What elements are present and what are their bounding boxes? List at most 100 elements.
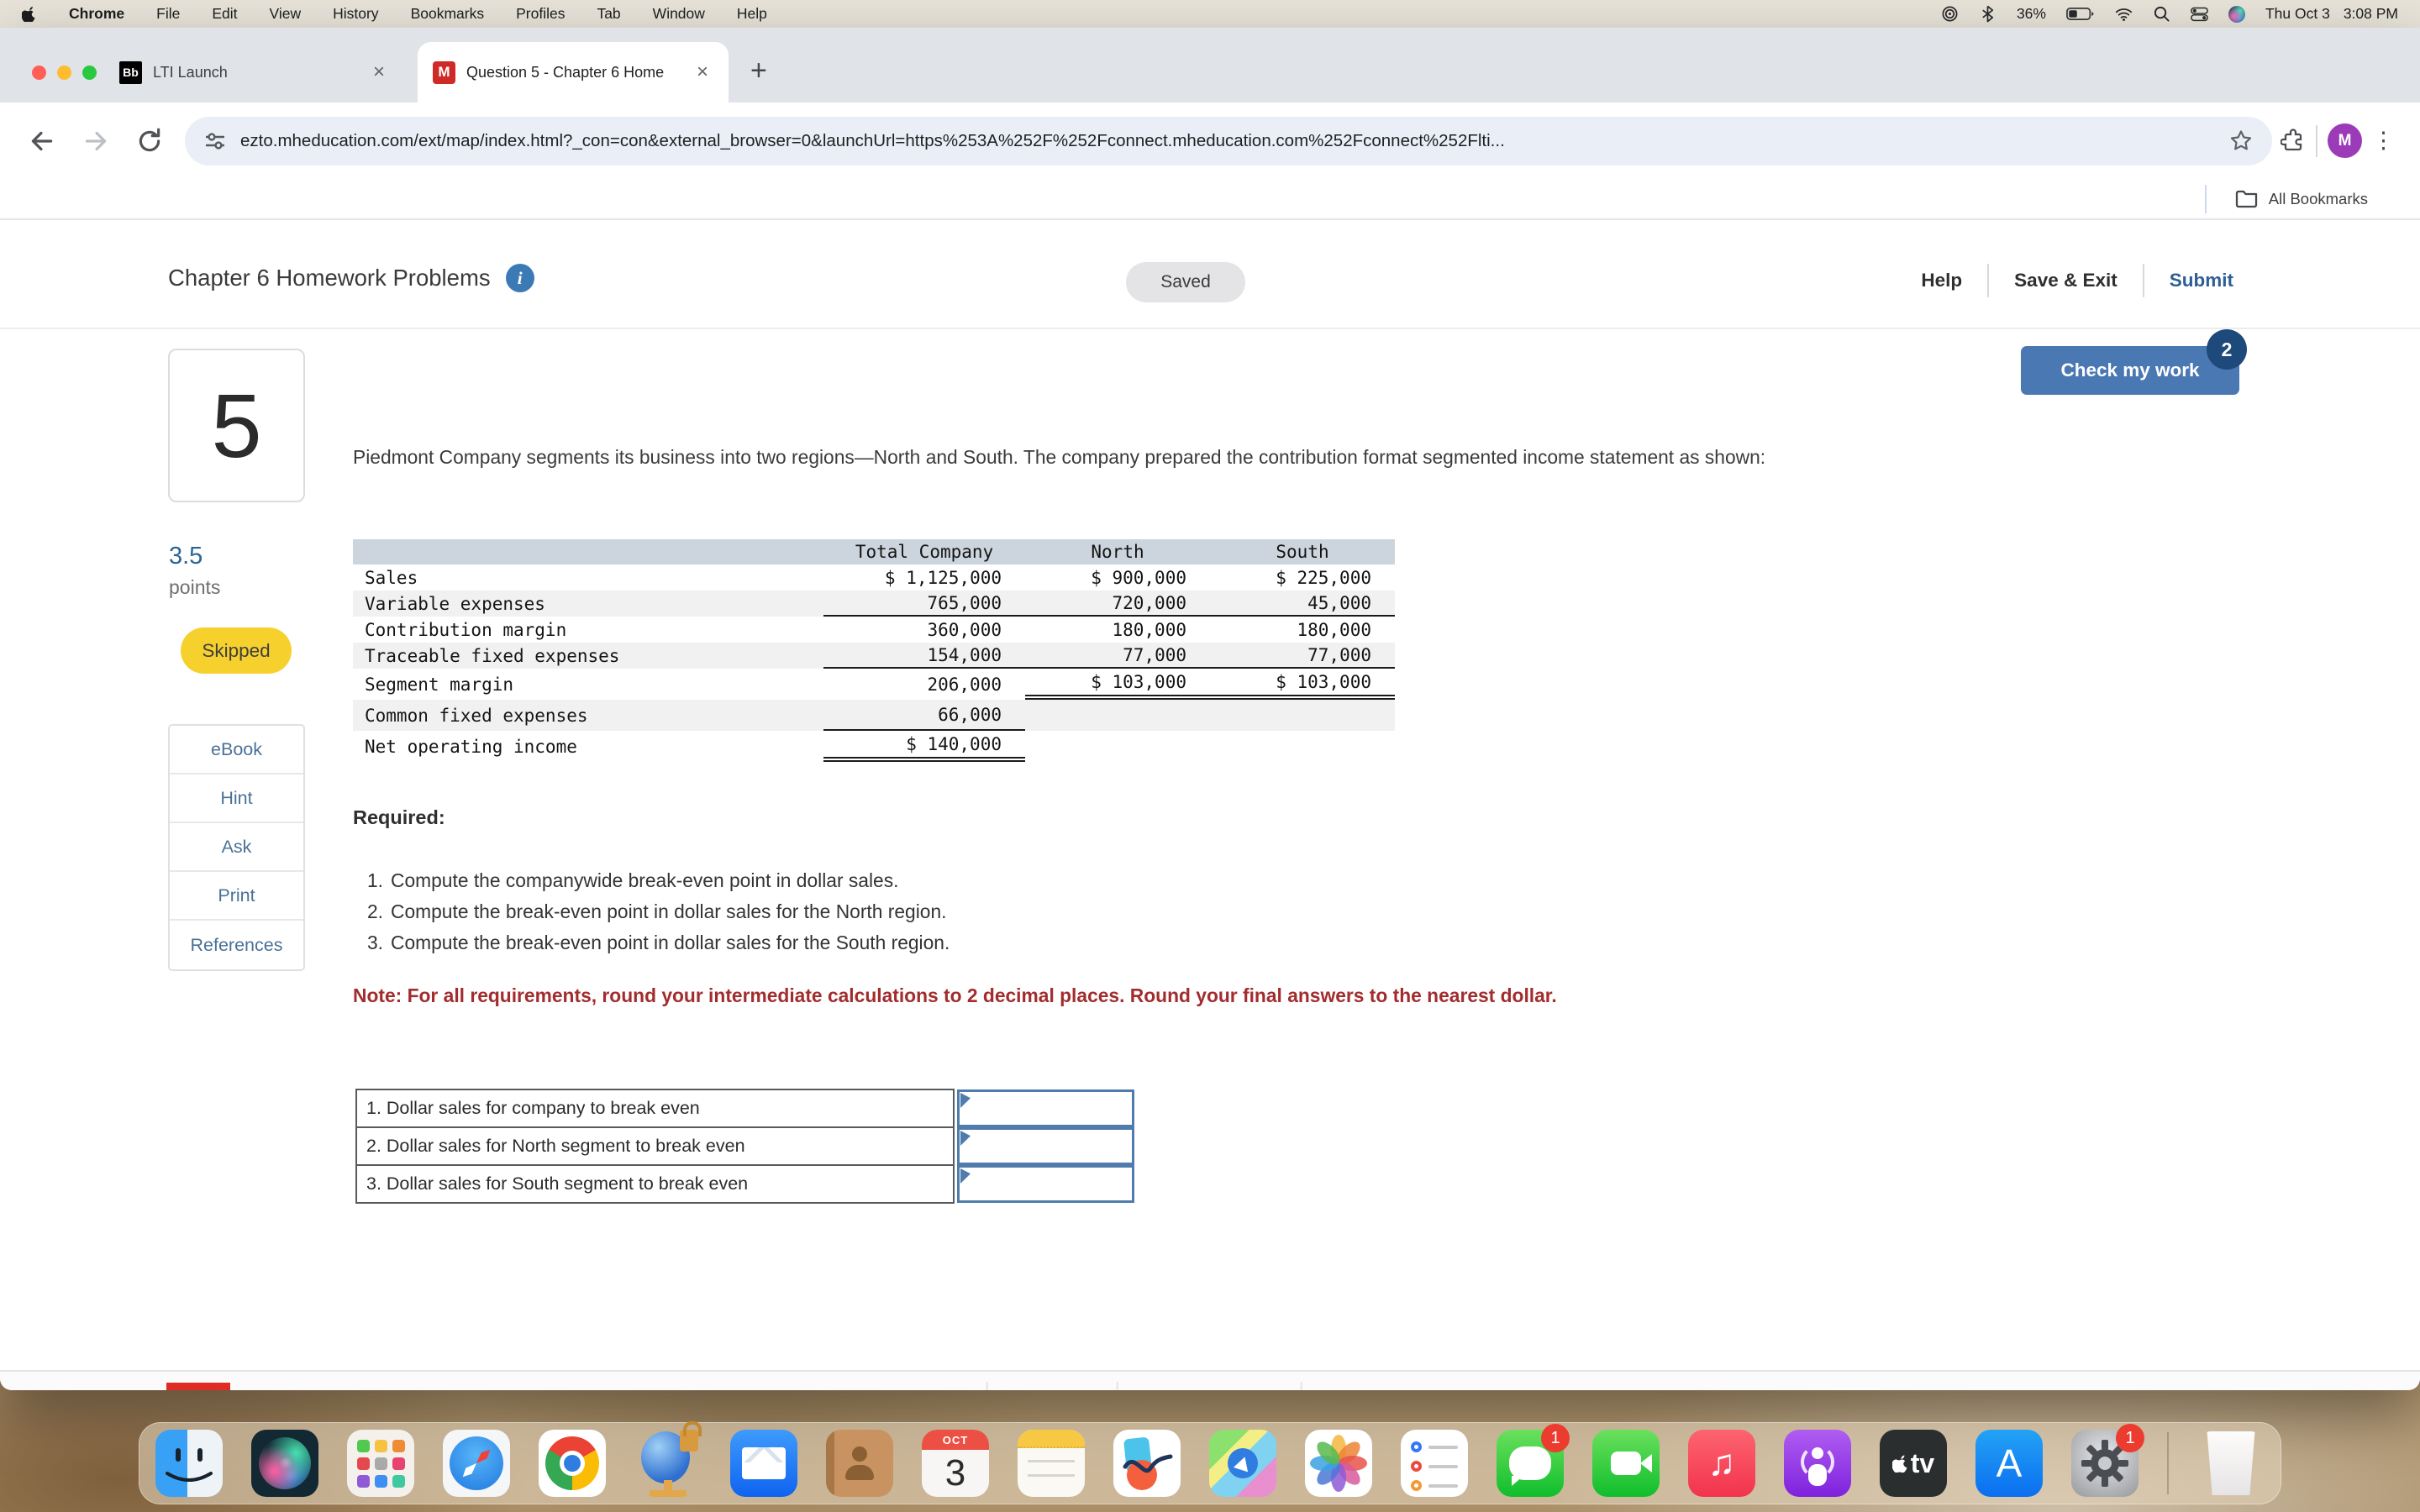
maps-dock-icon[interactable] bbox=[1209, 1430, 1276, 1497]
spotlight-search-icon[interactable] bbox=[2153, 5, 2170, 23]
menu-bar-clock[interactable]: Thu Oct 3 3:08 PM bbox=[2265, 5, 2398, 23]
new-tab-button[interactable]: + bbox=[750, 55, 767, 87]
pagination-nav: Prev 5 of 8 Next bbox=[986, 1372, 1408, 1390]
freeform-dock-icon[interactable] bbox=[1113, 1430, 1181, 1497]
macos-menu-bar: Chrome File Edit View History Bookmarks … bbox=[0, 0, 2420, 28]
vpn-globe-dock-icon[interactable] bbox=[634, 1421, 702, 1497]
finder-dock-icon[interactable] bbox=[155, 1430, 223, 1497]
answer-input-company[interactable] bbox=[957, 1089, 1134, 1127]
points-label: points bbox=[169, 576, 221, 598]
notes-dock-icon[interactable] bbox=[1018, 1430, 1085, 1497]
submit-link[interactable]: Submit bbox=[2170, 270, 2233, 291]
menu-item-help[interactable]: Help bbox=[737, 5, 767, 23]
apple-tv-dock-icon[interactable]: tv bbox=[1880, 1430, 1947, 1497]
tab-lti-launch[interactable]: Bb LTI Launch × bbox=[108, 48, 402, 97]
url-text[interactable]: ezto.mheducation.com/ext/map/index.html?… bbox=[240, 131, 2228, 151]
photos-dock-icon[interactable] bbox=[1305, 1430, 1372, 1497]
calendar-month: OCT bbox=[922, 1430, 989, 1450]
rounding-note: Note: For all requirements, round your i… bbox=[353, 984, 1557, 1006]
wifi-icon[interactable] bbox=[2115, 5, 2133, 23]
mail-dock-icon[interactable] bbox=[730, 1430, 797, 1497]
mcgraw-hill-logo: Mc Graw Hill bbox=[166, 1383, 230, 1390]
address-bar[interactable]: ezto.mheducation.com/ext/map/index.html?… bbox=[185, 116, 2272, 165]
reload-button[interactable] bbox=[135, 127, 164, 155]
extensions-icon[interactable] bbox=[2281, 128, 2306, 154]
menu-item-window[interactable]: Window bbox=[653, 5, 705, 23]
zoom-window-button[interactable] bbox=[82, 66, 97, 80]
ask-button[interactable]: Ask bbox=[170, 823, 303, 872]
row-label: Traceable fixed expenses bbox=[365, 645, 620, 666]
statement-header-spacer bbox=[353, 539, 823, 564]
ebook-button[interactable]: eBook bbox=[170, 726, 303, 774]
minimize-window-button[interactable] bbox=[57, 66, 71, 80]
close-tab-icon[interactable]: × bbox=[692, 60, 713, 84]
close-tab-icon[interactable]: × bbox=[368, 60, 390, 84]
battery-icon bbox=[2066, 8, 2094, 20]
app-store-dock-icon[interactable]: A bbox=[1975, 1430, 2043, 1497]
site-settings-icon[interactable] bbox=[203, 129, 227, 153]
menu-item-view[interactable]: View bbox=[269, 5, 301, 23]
bookmarks-bar: All Bookmarks bbox=[0, 179, 2420, 220]
chrome-dock-icon[interactable] bbox=[539, 1430, 606, 1497]
menu-item-chrome[interactable]: Chrome bbox=[69, 5, 124, 23]
page-title: Chapter 6 Homework Problems bbox=[168, 265, 491, 291]
dock: OCT 3 1 ♫ tv A 1 bbox=[139, 1421, 2281, 1504]
safari-dock-icon[interactable] bbox=[443, 1430, 510, 1497]
cell-north bbox=[1025, 700, 1210, 731]
chrome-menu-icon[interactable]: ⋮ bbox=[2372, 128, 2395, 154]
table-row: Net operating income $ 140,000 bbox=[353, 731, 1395, 762]
launchpad-dock-icon[interactable] bbox=[347, 1430, 414, 1497]
bookmarks-divider bbox=[2204, 184, 2207, 213]
menu-item-history[interactable]: History bbox=[333, 5, 378, 23]
menu-item-tab[interactable]: Tab bbox=[597, 5, 620, 23]
table-row: Common fixed expenses 66,000 bbox=[353, 700, 1395, 731]
apple-menu-icon[interactable] bbox=[22, 6, 35, 22]
reminders-dock-icon[interactable] bbox=[1401, 1430, 1468, 1497]
tab-question-5[interactable]: M Question 5 - Chapter 6 Home × bbox=[418, 42, 729, 102]
forward-button[interactable] bbox=[82, 127, 110, 155]
hint-button[interactable]: Hint bbox=[170, 774, 303, 823]
tab-title: LTI Launch bbox=[153, 63, 228, 81]
back-button[interactable] bbox=[28, 127, 56, 155]
bluetooth-icon[interactable] bbox=[1979, 5, 1996, 23]
info-icon[interactable]: i bbox=[505, 264, 534, 292]
siri-dock-icon[interactable] bbox=[251, 1430, 318, 1497]
cell-total: 206,000 bbox=[927, 674, 1002, 695]
music-dock-icon[interactable]: ♫ bbox=[1688, 1430, 1755, 1497]
answer-row: 3. Dollar sales for South segment to bre… bbox=[355, 1164, 1134, 1204]
bookmark-star-icon[interactable] bbox=[2228, 129, 2254, 154]
cell-south: 45,000 bbox=[1210, 591, 1395, 617]
system-settings-dock-icon[interactable]: 1 bbox=[2071, 1424, 2144, 1497]
calendar-dock-icon[interactable]: OCT 3 bbox=[922, 1430, 989, 1497]
menu-bar-date: Thu Oct 3 bbox=[2265, 5, 2330, 22]
menu-item-file[interactable]: File bbox=[156, 5, 180, 23]
screen-mirroring-icon[interactable] bbox=[1941, 5, 1959, 23]
menu-item-edit[interactable]: Edit bbox=[212, 5, 237, 23]
all-bookmarks-button[interactable]: All Bookmarks bbox=[2269, 190, 2368, 208]
help-link[interactable]: Help bbox=[1921, 270, 1962, 291]
control-center-icon[interactable] bbox=[2191, 5, 2208, 23]
podcasts-dock-icon[interactable] bbox=[1784, 1430, 1851, 1497]
menu-item-profiles[interactable]: Profiles bbox=[516, 5, 565, 23]
toolbar-divider bbox=[2316, 124, 2317, 157]
points-value: 3.5 bbox=[169, 543, 203, 570]
answer-input-south[interactable] bbox=[957, 1165, 1134, 1203]
page-header: Chapter 6 Homework Problems i bbox=[168, 264, 534, 292]
question-tools-menu: eBook Hint Ask Print References bbox=[168, 724, 305, 971]
income-statement-table: Total Company North South Sales $ 1,125,… bbox=[353, 539, 1395, 762]
facetime-dock-icon[interactable] bbox=[1592, 1430, 1660, 1497]
answer-input-north[interactable] bbox=[957, 1127, 1134, 1165]
close-window-button[interactable] bbox=[32, 66, 46, 80]
profile-avatar[interactable]: M bbox=[2328, 123, 2362, 158]
siri-icon[interactable] bbox=[2228, 5, 2245, 23]
item-text: Compute the break-even point in dollar s… bbox=[391, 932, 950, 953]
messages-dock-icon[interactable]: 1 bbox=[1497, 1424, 1570, 1497]
row-label: Common fixed expenses bbox=[365, 705, 588, 726]
trash-dock-icon[interactable] bbox=[2197, 1430, 2265, 1497]
save-and-exit-link[interactable]: Save & Exit bbox=[2014, 270, 2118, 291]
contacts-dock-icon[interactable] bbox=[826, 1430, 893, 1497]
print-button[interactable]: Print bbox=[170, 872, 303, 921]
table-row: Traceable fixed expenses 154,000 77,000 … bbox=[353, 643, 1395, 669]
menu-item-bookmarks[interactable]: Bookmarks bbox=[411, 5, 485, 23]
references-button[interactable]: References bbox=[170, 921, 303, 969]
